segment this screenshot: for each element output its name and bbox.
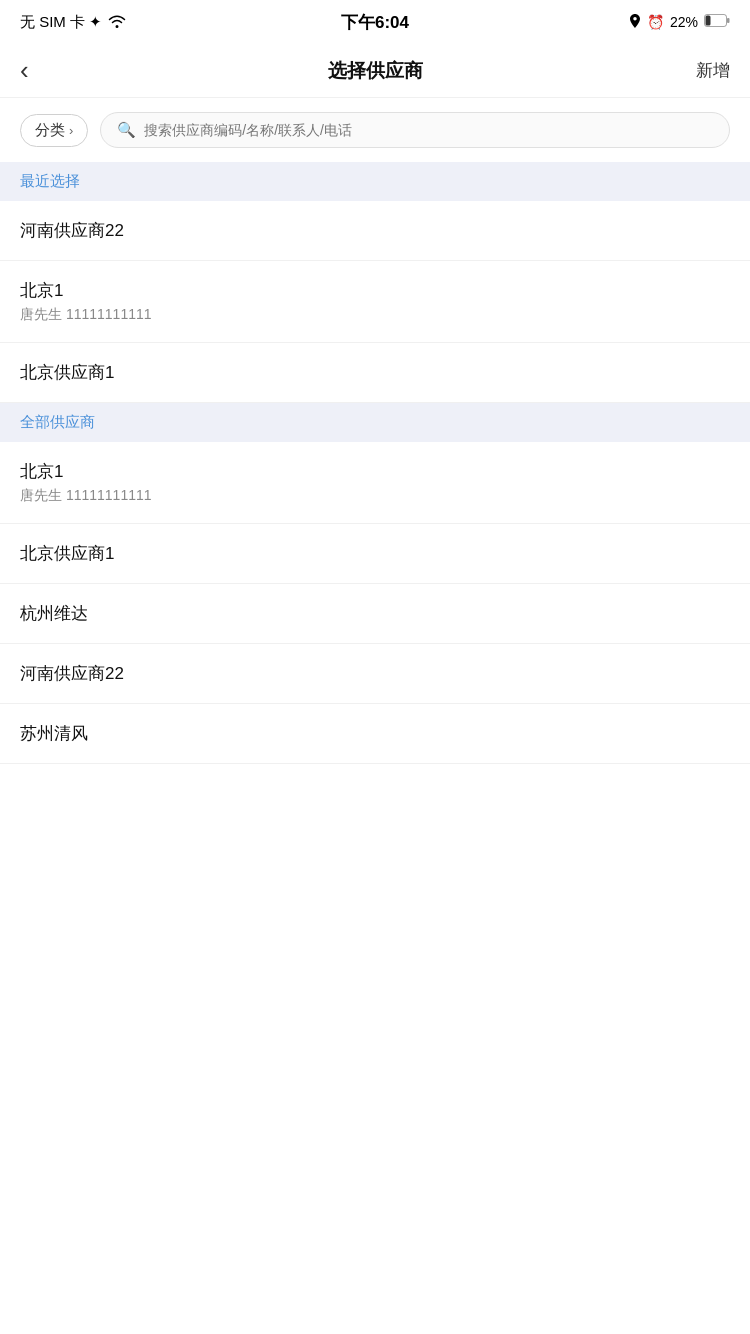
item-sub: 唐先生 11111111111 bbox=[20, 487, 730, 505]
search-box[interactable]: 🔍 bbox=[100, 112, 730, 148]
chevron-right-icon: › bbox=[69, 123, 73, 138]
list-item[interactable]: 北京1 唐先生 11111111111 bbox=[0, 442, 750, 524]
list-item[interactable]: 北京1 唐先生 11111111111 bbox=[0, 261, 750, 343]
list-item[interactable]: 北京供应商1 bbox=[0, 343, 750, 403]
wifi-icon bbox=[108, 14, 126, 31]
item-name: 河南供应商22 bbox=[20, 662, 730, 685]
status-bar: 无 SIM 卡 ✦ 下午6:04 ⏰ 22% bbox=[0, 0, 750, 44]
svg-rect-2 bbox=[727, 18, 730, 23]
recent-section-header: 最近选择 bbox=[0, 162, 750, 201]
location-icon bbox=[629, 14, 641, 31]
svg-rect-1 bbox=[706, 16, 711, 26]
status-left: 无 SIM 卡 ✦ bbox=[20, 13, 126, 32]
status-time: 下午6:04 bbox=[341, 11, 409, 34]
list-item[interactable]: 河南供应商22 bbox=[0, 201, 750, 261]
nav-bar: ‹ 选择供应商 新增 bbox=[0, 44, 750, 98]
item-sub: 唐先生 11111111111 bbox=[20, 306, 730, 324]
list-item[interactable]: 河南供应商22 bbox=[0, 644, 750, 704]
item-name: 北京供应商1 bbox=[20, 542, 730, 565]
battery-icon bbox=[704, 14, 730, 30]
category-button[interactable]: 分类 › bbox=[20, 114, 88, 147]
filter-bar: 分类 › 🔍 bbox=[0, 98, 750, 162]
all-section-header: 全部供应商 bbox=[0, 403, 750, 442]
page-title: 选择供应商 bbox=[328, 58, 423, 84]
alarm-icon: ⏰ bbox=[647, 14, 664, 30]
item-name: 北京供应商1 bbox=[20, 361, 730, 384]
add-button[interactable]: 新增 bbox=[696, 59, 730, 82]
back-button[interactable]: ‹ bbox=[12, 47, 37, 94]
item-name: 北京1 bbox=[20, 460, 730, 483]
category-label: 分类 bbox=[35, 121, 65, 140]
item-name: 北京1 bbox=[20, 279, 730, 302]
item-name: 河南供应商22 bbox=[20, 219, 730, 242]
recent-items-list: 河南供应商22 北京1 唐先生 11111111111 北京供应商1 bbox=[0, 201, 750, 403]
item-name: 苏州清风 bbox=[20, 722, 730, 745]
search-icon: 🔍 bbox=[117, 121, 136, 139]
status-right: ⏰ 22% bbox=[629, 14, 730, 31]
item-name: 杭州维达 bbox=[20, 602, 730, 625]
list-item[interactable]: 北京供应商1 bbox=[0, 524, 750, 584]
battery-text: 22% bbox=[670, 14, 698, 30]
list-item[interactable]: 杭州维达 bbox=[0, 584, 750, 644]
search-input[interactable] bbox=[144, 122, 713, 138]
all-items-list: 北京1 唐先生 11111111111 北京供应商1 杭州维达河南供应商22 苏州清风 bbox=[0, 442, 750, 764]
list-item[interactable]: 苏州清风 bbox=[0, 704, 750, 764]
sim-status: 无 SIM 卡 ✦ bbox=[20, 13, 102, 32]
